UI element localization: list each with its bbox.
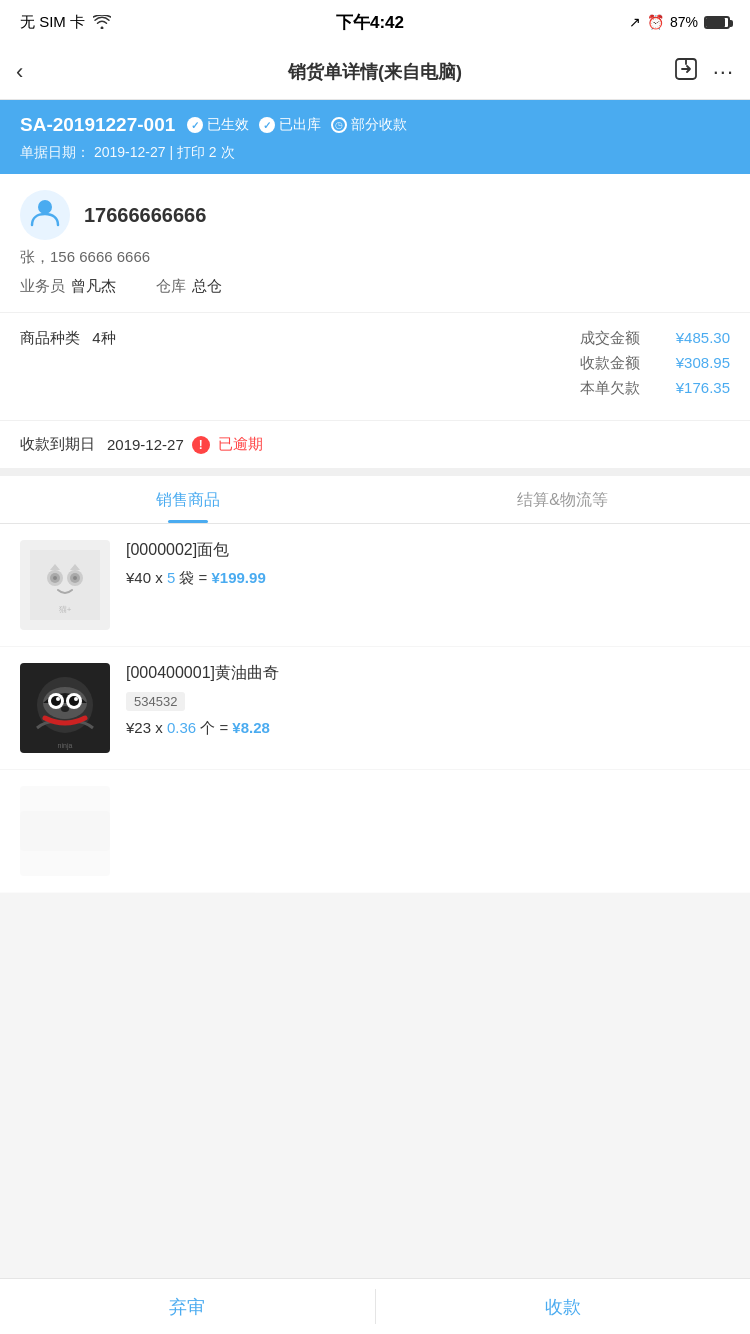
svg-point-7 xyxy=(53,576,57,580)
person-icon xyxy=(30,197,60,234)
debt-amount-row: 本单欠款 ¥176.35 xyxy=(580,379,730,398)
customer-meta: 业务员 曾凡杰 仓库 总仓 xyxy=(20,277,730,296)
check-icon-1: ✓ xyxy=(187,117,203,133)
product-name-1: [0000002]面包 xyxy=(126,540,730,561)
deal-amount-row: 成交金额 ¥485.30 xyxy=(580,329,730,348)
status-left: 无 SIM 卡 xyxy=(20,13,111,32)
svg-point-19 xyxy=(61,706,69,712)
more-button[interactable]: ··· xyxy=(713,59,734,85)
svg-text:ninja: ninja xyxy=(58,742,73,750)
check-icon-2: ✓ xyxy=(259,117,275,133)
product-name-2: [000400001]黄油曲奇 xyxy=(126,663,730,684)
status-badges: ✓ 已生效 ✓ 已出库 ◷ 部分收款 xyxy=(187,116,407,134)
bottom-bar: 弃审 收款 xyxy=(0,1278,750,1334)
svg-point-17 xyxy=(56,697,60,701)
svg-text:猫+: 猫+ xyxy=(59,605,72,614)
warehouse: 仓库 总仓 xyxy=(156,277,222,296)
tab-sales-products[interactable]: 销售商品 xyxy=(0,476,375,523)
customer-phone: 17666666666 xyxy=(84,204,206,227)
status-effective: ✓ 已生效 xyxy=(187,116,249,134)
status-shipped: ✓ 已出库 xyxy=(259,116,321,134)
product-info-2: [000400001]黄油曲奇 534532 ¥23 x 0.36 个 = ¥8… xyxy=(126,663,730,753)
list-item xyxy=(0,770,750,893)
share-button[interactable] xyxy=(675,58,697,86)
battery-text: 87% xyxy=(670,14,698,30)
page-title: 销货单详情(来自电脑) xyxy=(288,60,462,84)
product-thumbnail-2: ninja xyxy=(20,663,110,753)
product-count: 商品种类 4种 xyxy=(20,329,116,348)
status-time: 下午4:42 xyxy=(336,11,404,34)
order-header: SA-20191227-001 ✓ 已生效 ✓ 已出库 ◷ 部分收款 单据日期：… xyxy=(0,100,750,174)
customer-sub-name: 张，156 6666 6666 xyxy=(20,248,730,267)
status-bar: 无 SIM 卡 下午4:42 ↗ ⏰ 87% xyxy=(0,0,750,44)
product-info-1: [0000002]面包 ¥40 x 5 袋 = ¥199.99 xyxy=(126,540,730,630)
product-sku-badge: 534532 xyxy=(126,692,730,719)
svg-point-8 xyxy=(73,576,77,580)
wifi-icon xyxy=(93,15,111,29)
list-item: 猫+ [0000002]面包 ¥40 x 5 袋 = ¥199.99 xyxy=(0,524,750,647)
svg-point-16 xyxy=(69,696,79,706)
tab-settlement-logistics[interactable]: 结算&物流等 xyxy=(375,476,750,523)
svg-point-1 xyxy=(38,200,52,214)
cancel-button[interactable]: 弃审 xyxy=(0,1279,375,1334)
product-list: 猫+ [0000002]面包 ¥40 x 5 袋 = ¥199.99 xyxy=(0,524,750,893)
back-button[interactable]: ‹ xyxy=(8,51,31,93)
product-thumbnail-1: 猫+ xyxy=(20,540,110,630)
status-partial-payment: ◷ 部分收款 xyxy=(331,116,407,134)
nav-actions: ··· xyxy=(675,58,734,86)
list-item: ninja [000400001]黄油曲奇 534532 ¥23 x 0.36 … xyxy=(0,647,750,770)
order-date-row: 单据日期： 2019-12-27 | 打印 2 次 xyxy=(20,144,730,162)
svg-point-18 xyxy=(74,697,78,701)
collection-amount-row: 收款金额 ¥308.95 xyxy=(580,354,730,373)
alarm-icon: ⏰ xyxy=(647,14,664,30)
product-image-placeholder-1: 猫+ xyxy=(30,550,100,620)
amounts-right: 成交金额 ¥485.30 收款金额 ¥308.95 本单欠款 ¥176.35 xyxy=(580,329,730,404)
overdue-text: 已逾期 xyxy=(218,435,263,454)
amounts-section: 商品种类 4种 成交金额 ¥485.30 收款金额 ¥308.95 本单欠款 ¥… xyxy=(0,313,750,421)
nav-bar: ‹ 销货单详情(来自电脑) ··· xyxy=(0,44,750,100)
clock-icon: ◷ xyxy=(331,117,347,133)
product-price-2: ¥23 x 0.36 个 = ¥8.28 xyxy=(126,719,730,738)
product-thumbnail-3 xyxy=(20,786,110,876)
tabs-section: 销售商品 结算&物流等 xyxy=(0,476,750,524)
svg-point-15 xyxy=(51,696,61,706)
overdue-icon: ! xyxy=(192,436,210,454)
battery-icon xyxy=(704,16,730,29)
customer-section: 17666666666 张，156 6666 6666 业务员 曾凡杰 仓库 总… xyxy=(0,174,750,313)
carrier-text: 无 SIM 卡 xyxy=(20,13,85,32)
product-image-2: ninja xyxy=(20,663,110,753)
order-id: SA-20191227-001 xyxy=(20,114,175,136)
location-icon: ↗ xyxy=(629,14,641,30)
customer-avatar xyxy=(20,190,70,240)
status-right: ↗ ⏰ 87% xyxy=(629,14,730,30)
product-info-3 xyxy=(126,786,730,876)
due-section: 收款到期日 2019-12-27 ! 已逾期 xyxy=(0,421,750,476)
confirm-button[interactable]: 收款 xyxy=(376,1279,751,1334)
sales-person: 业务员 曾凡杰 xyxy=(20,277,116,296)
product-price-1: ¥40 x 5 袋 = ¥199.99 xyxy=(126,569,730,588)
